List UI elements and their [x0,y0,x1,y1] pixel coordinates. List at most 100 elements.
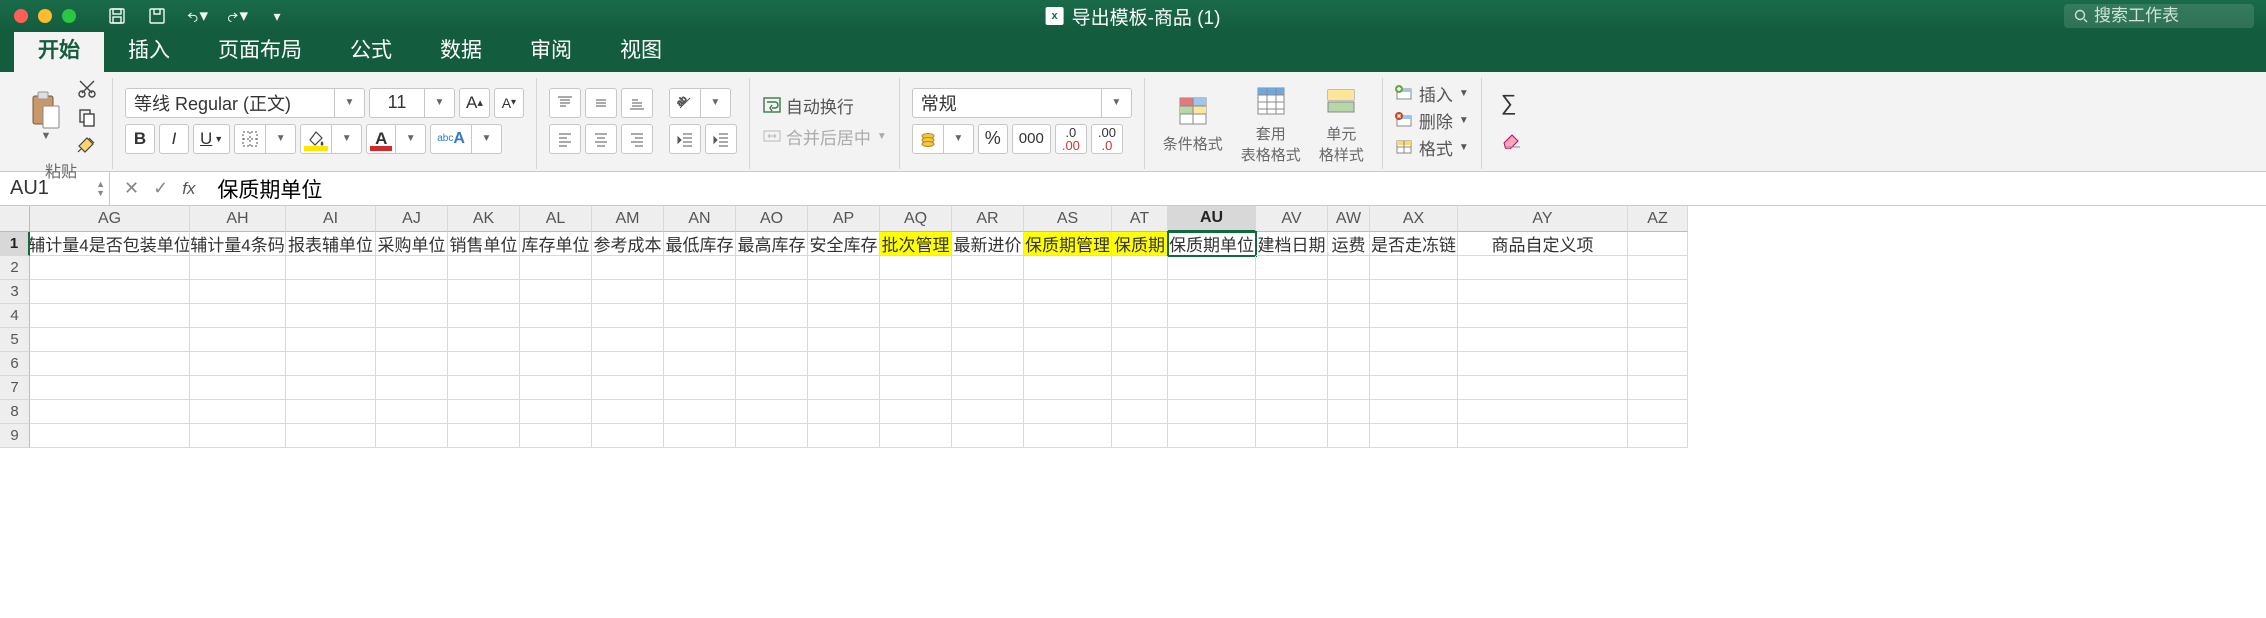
qat-customize-icon[interactable]: ▾ [266,5,288,27]
cell[interactable] [664,424,736,448]
cell[interactable] [808,280,880,304]
cell[interactable] [736,256,808,280]
italic-button[interactable]: I [159,124,189,154]
formula-input[interactable] [209,177,2266,201]
orientation-button[interactable]: ab▼ [669,88,731,118]
cell[interactable]: 批次管理 [880,232,952,256]
cell[interactable] [520,424,592,448]
cell[interactable] [592,376,664,400]
cell[interactable] [448,376,520,400]
cell[interactable] [376,256,448,280]
cell[interactable] [952,280,1024,304]
cell[interactable] [1112,352,1168,376]
column-header[interactable]: AL [520,206,592,232]
increase-font-button[interactable]: A▴ [459,88,490,118]
cell[interactable] [736,424,808,448]
cell[interactable] [1628,256,1688,280]
cell[interactable] [30,424,190,448]
cell[interactable] [1168,352,1256,376]
column-header[interactable]: AO [736,206,808,232]
cell[interactable] [190,256,286,280]
cell[interactable] [376,376,448,400]
cell[interactable]: 辅计量4是否包装单位 [30,232,190,256]
font-name-select[interactable]: 等线 Regular (正文)▼ [125,88,365,118]
cell[interactable]: 最新进价 [952,232,1024,256]
cell[interactable] [1112,424,1168,448]
cell[interactable] [592,256,664,280]
cell[interactable] [1024,376,1112,400]
column-header[interactable]: AT [1112,206,1168,232]
cell[interactable] [448,400,520,424]
cell[interactable] [1256,400,1328,424]
cell[interactable] [30,256,190,280]
column-header[interactable]: AW [1328,206,1370,232]
column-header[interactable]: AZ [1628,206,1688,232]
cancel-formula-button[interactable]: ✕ [124,178,139,199]
cell[interactable] [1370,400,1458,424]
tab-insert[interactable]: 插入 [104,26,194,72]
cell[interactable] [592,328,664,352]
cell[interactable] [286,424,376,448]
cell[interactable] [592,304,664,328]
column-header[interactable]: AI [286,206,376,232]
cell[interactable] [880,352,952,376]
cell[interactable] [1370,304,1458,328]
cell[interactable] [1328,328,1370,352]
cell[interactable] [1628,400,1688,424]
cell[interactable] [952,328,1024,352]
namebox-down[interactable]: ▼ [96,189,105,198]
cell[interactable] [1256,352,1328,376]
cell[interactable] [880,304,952,328]
insert-cells-button[interactable]: 插入▼ [1395,81,1469,106]
cell[interactable] [880,256,952,280]
cell[interactable] [880,424,952,448]
cell[interactable] [1328,376,1370,400]
align-bottom-button[interactable] [621,88,653,118]
cell[interactable] [190,376,286,400]
cell[interactable] [952,424,1024,448]
cell[interactable] [520,304,592,328]
format-painter-icon[interactable] [76,134,100,156]
cell[interactable] [808,376,880,400]
cell[interactable] [1112,328,1168,352]
cut-icon[interactable] [76,78,100,100]
cell[interactable] [592,280,664,304]
cell[interactable] [880,280,952,304]
cell[interactable] [1628,376,1688,400]
row-header[interactable]: 3 [0,280,30,304]
column-header[interactable]: AS [1024,206,1112,232]
cell[interactable] [1256,328,1328,352]
cell[interactable] [1328,256,1370,280]
cell[interactable] [592,352,664,376]
cell[interactable] [376,352,448,376]
cell[interactable] [1458,304,1628,328]
cell[interactable] [1628,280,1688,304]
cell[interactable] [736,280,808,304]
tab-review[interactable]: 审阅 [506,26,596,72]
cell[interactable] [190,280,286,304]
cell[interactable] [190,328,286,352]
column-header[interactable]: AU [1168,206,1256,232]
column-header[interactable]: AK [448,206,520,232]
column-header[interactable]: AQ [880,206,952,232]
cell[interactable] [286,304,376,328]
row-header[interactable]: 1 [0,232,30,256]
percent-button[interactable]: % [978,124,1008,154]
row-header[interactable]: 5 [0,328,30,352]
cell[interactable] [1370,376,1458,400]
comma-button[interactable]: 000 [1012,124,1051,154]
cell[interactable] [664,280,736,304]
decrease-font-button[interactable]: A▾ [494,88,524,118]
column-header[interactable]: AY [1458,206,1628,232]
copy-icon[interactable] [76,106,100,128]
cell[interactable] [1024,400,1112,424]
cell[interactable] [1168,304,1256,328]
autosum-button[interactable]: ∑ [1494,88,1524,118]
cell[interactable] [448,280,520,304]
cell[interactable] [376,280,448,304]
cell[interactable] [1370,328,1458,352]
row-header[interactable]: 8 [0,400,30,424]
cell[interactable] [1628,304,1688,328]
cell[interactable] [1370,280,1458,304]
cell[interactable]: 安全库存 [808,232,880,256]
